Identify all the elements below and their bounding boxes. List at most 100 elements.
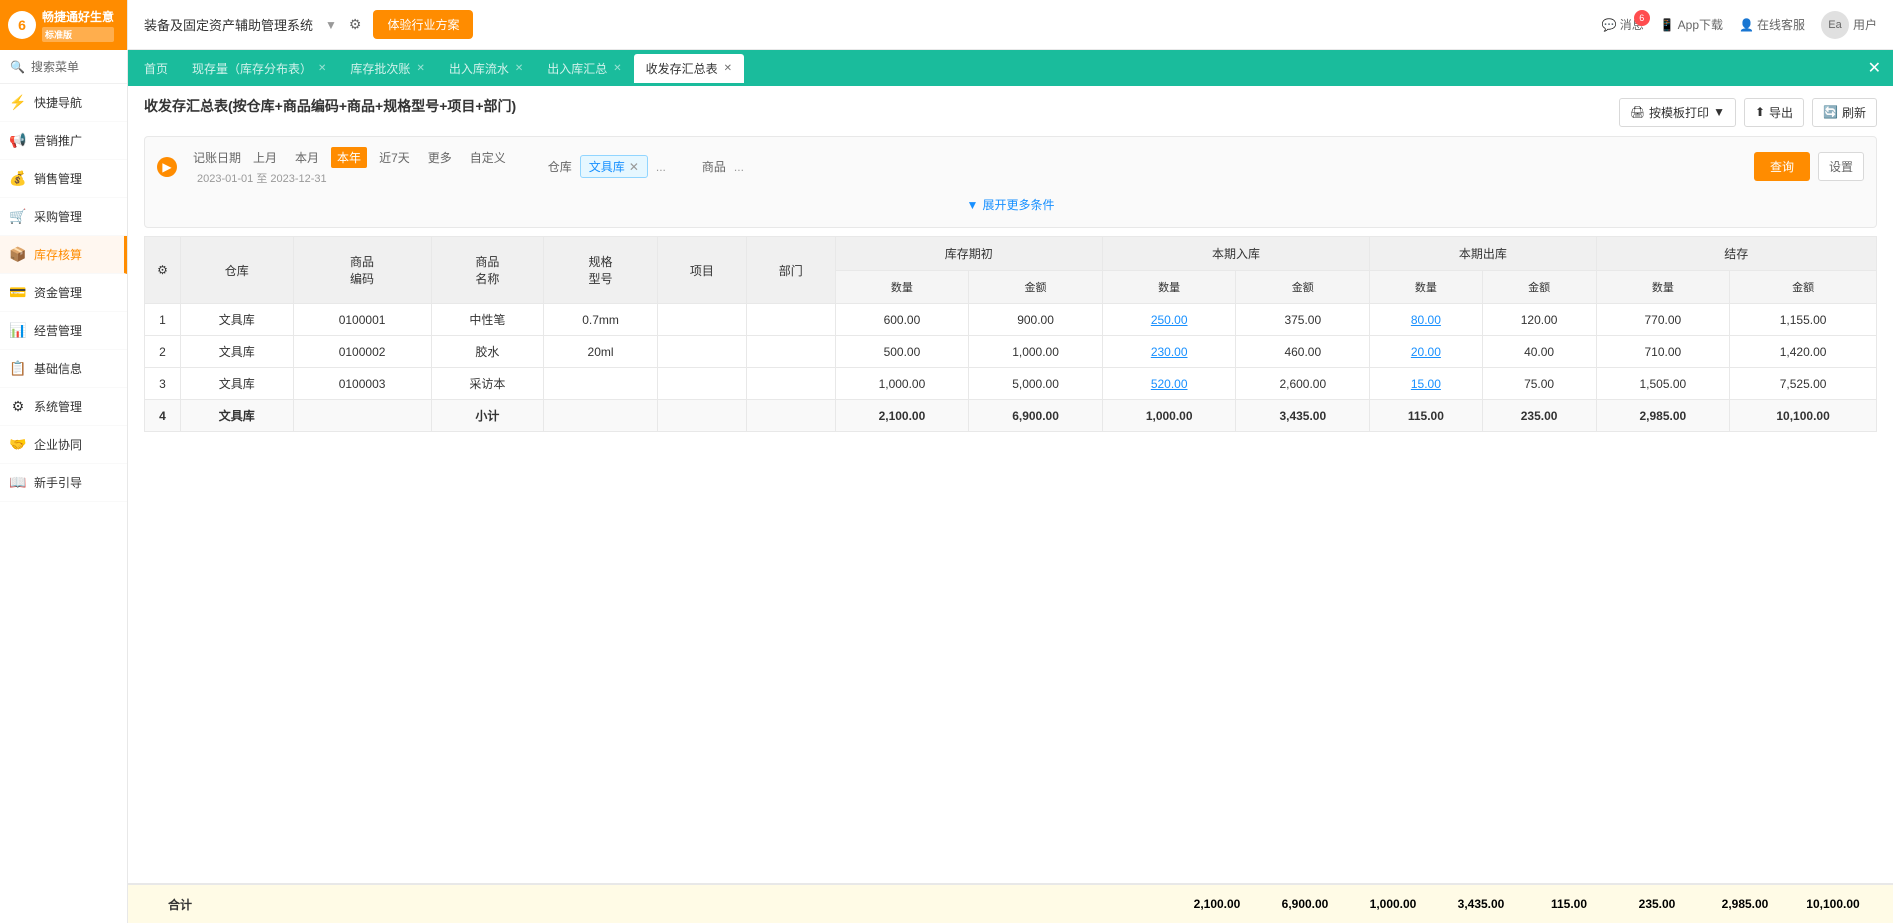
row-name: 中性笔 xyxy=(431,304,544,336)
row-code: 0100001 xyxy=(293,304,431,336)
row-code: 0100002 xyxy=(293,336,431,368)
settings-button[interactable]: 设置 xyxy=(1818,152,1864,181)
bal-amt-header: 金额 xyxy=(1730,271,1877,304)
sidebar-item-system[interactable]: ⚙ 系统管理 xyxy=(0,388,127,426)
row-out-amt: 235.00 xyxy=(1482,400,1596,432)
sidebar-item-marketing[interactable]: 📢 营销推广 xyxy=(0,122,127,160)
col-project: 项目 xyxy=(657,237,746,304)
search-menu-item[interactable]: 🔍 搜索菜单 xyxy=(0,50,127,84)
tab-home[interactable]: 首页 xyxy=(132,54,180,83)
sidebar-item-sales[interactable]: 💰 销售管理 xyxy=(0,160,127,198)
print-label: 按模板打印 xyxy=(1649,104,1709,121)
query-button[interactable]: 查询 xyxy=(1754,152,1810,181)
filter-section: ▶ 记账日期 上月 本月 本年 近7天 更多 自定义 2023-01-01 至 … xyxy=(144,136,1877,228)
open-amt-header: 金额 xyxy=(969,271,1103,304)
tab-inventory-dist-label: 现存量（库存分布表） xyxy=(192,60,312,77)
row-in-qty[interactable]: 230.00 xyxy=(1102,336,1236,368)
sidebar-item-finance[interactable]: 💳 资金管理 xyxy=(0,274,127,312)
app-download-label: App下载 xyxy=(1678,16,1723,33)
date-7days[interactable]: 近7天 xyxy=(373,147,416,168)
sidebar-item-nav[interactable]: ⚡ 快捷导航 xyxy=(0,84,127,122)
warehouse-tag[interactable]: 文具库 ✕ xyxy=(580,155,648,178)
date-this-year[interactable]: 本年 xyxy=(331,147,367,168)
expand-more-btn[interactable]: ▼ 展开更多条件 xyxy=(157,192,1864,217)
tab-close-icon[interactable]: ✕ xyxy=(515,63,523,74)
row-warehouse: 文具库 xyxy=(181,368,294,400)
avatar: Ea xyxy=(1821,11,1849,39)
warehouse-more[interactable]: ... xyxy=(656,160,666,174)
row-in-qty[interactable]: 520.00 xyxy=(1102,368,1236,400)
footer-open-amt: 6,900.00 xyxy=(1261,897,1349,911)
bal-qty-header: 数量 xyxy=(1596,271,1730,304)
app-download-button[interactable]: 📱 App下载 xyxy=(1660,16,1723,33)
expand-button[interactable]: ▶ xyxy=(157,157,177,177)
inventory-icon: 📦 xyxy=(10,247,26,263)
row-open-qty: 2,100.00 xyxy=(835,400,969,432)
collab-icon: 🤝 xyxy=(10,437,26,453)
date-this-month[interactable]: 本月 xyxy=(289,147,325,168)
tab-flow[interactable]: 出入库流水 ✕ xyxy=(437,54,535,83)
tab-close-icon[interactable]: ✕ xyxy=(318,63,326,74)
row-in-amt: 2,600.00 xyxy=(1236,368,1370,400)
date-custom[interactable]: 自定义 xyxy=(464,147,512,168)
sidebar-item-management[interactable]: 📊 经营管理 xyxy=(0,312,127,350)
sidebar-item-label: 新手引导 xyxy=(34,474,82,491)
sidebar-item-purchase[interactable]: 🛒 采购管理 xyxy=(0,198,127,236)
row-in-qty[interactable]: 250.00 xyxy=(1102,304,1236,336)
user-label: 用户 xyxy=(1853,16,1877,33)
col-out-group: 本期出库 xyxy=(1370,237,1596,271)
message-badge: 6 xyxy=(1634,10,1650,26)
export-button[interactable]: ⬆ 导出 xyxy=(1744,98,1804,127)
row-dept xyxy=(746,400,835,432)
out-amt-header: 金额 xyxy=(1482,271,1596,304)
row-out-qty[interactable]: 80.00 xyxy=(1370,304,1483,336)
trial-button[interactable]: 体验行业方案 xyxy=(373,10,473,39)
row-out-qty: 115.00 xyxy=(1370,400,1483,432)
sidebar-item-basic[interactable]: 📋 基础信息 xyxy=(0,350,127,388)
row-spec: 20ml xyxy=(544,336,658,368)
marketing-icon: 📢 xyxy=(10,133,26,149)
settings-icon[interactable]: ⚙ xyxy=(349,16,362,33)
online-service-button[interactable]: 👤 在线客服 xyxy=(1739,16,1805,33)
message-button[interactable]: 💬 消息 6 xyxy=(1602,16,1644,33)
warehouse-tag-close[interactable]: ✕ xyxy=(629,160,639,174)
tab-close-icon[interactable]: ✕ xyxy=(416,63,424,74)
row-out-qty[interactable]: 15.00 xyxy=(1370,368,1483,400)
app-tag: 标准版 xyxy=(42,27,114,42)
user-area[interactable]: Ea 用户 xyxy=(1821,11,1877,39)
tab-close-icon[interactable]: ✕ xyxy=(724,63,732,74)
expand-label: 展开更多条件 xyxy=(982,196,1054,213)
row-out-qty[interactable]: 20.00 xyxy=(1370,336,1483,368)
print-button[interactable]: 🖨 按模板打印 ▼ xyxy=(1619,98,1736,127)
tab-bar-close-button[interactable]: ✕ xyxy=(1860,58,1889,78)
footer-label: 合计 xyxy=(144,896,564,913)
date-last-month[interactable]: 上月 xyxy=(247,147,283,168)
tab-batch-account[interactable]: 库存批次账 ✕ xyxy=(338,54,436,83)
row-project xyxy=(657,336,746,368)
table-container: ⚙ 仓库 商品编码 商品名称 规格型号 项目 部门 库存期初 本期入库 本期出库… xyxy=(128,236,1893,883)
tab-inventory-dist[interactable]: 现存量（库存分布表） ✕ xyxy=(180,54,338,83)
row-spec xyxy=(544,400,658,432)
out-qty-header: 数量 xyxy=(1370,271,1483,304)
sidebar-item-inventory[interactable]: 📦 库存核算 xyxy=(0,236,127,274)
page-content: 收发存汇总表(按仓库+商品编码+商品+规格型号+项目+部门) 🖨 按模板打印 ▼… xyxy=(128,86,1893,923)
system-icon: ⚙ xyxy=(10,399,26,415)
sidebar-item-collab[interactable]: 🤝 企业协同 xyxy=(0,426,127,464)
row-out-amt: 120.00 xyxy=(1482,304,1596,336)
refresh-button[interactable]: 🔄 刷新 xyxy=(1812,98,1877,127)
tab-summary-inout[interactable]: 出入库汇总 ✕ xyxy=(535,54,633,83)
goods-more[interactable]: ... xyxy=(734,160,744,174)
sidebar-item-guide[interactable]: 📖 新手引导 xyxy=(0,464,127,502)
row-open-amt: 900.00 xyxy=(969,304,1103,336)
sales-icon: 💰 xyxy=(10,171,26,187)
row-dept xyxy=(746,336,835,368)
export-label: 导出 xyxy=(1769,104,1793,121)
tab-recv-send-summary[interactable]: 收发存汇总表 ✕ xyxy=(634,54,744,83)
tab-home-label: 首页 xyxy=(144,60,168,77)
tab-close-icon[interactable]: ✕ xyxy=(613,63,621,74)
date-more[interactable]: 更多 xyxy=(422,147,458,168)
row-open-qty: 1,000.00 xyxy=(835,368,969,400)
row-out-amt: 75.00 xyxy=(1482,368,1596,400)
col-settings[interactable]: ⚙ xyxy=(145,237,181,304)
dropdown-icon[interactable]: ▼ xyxy=(325,18,337,32)
